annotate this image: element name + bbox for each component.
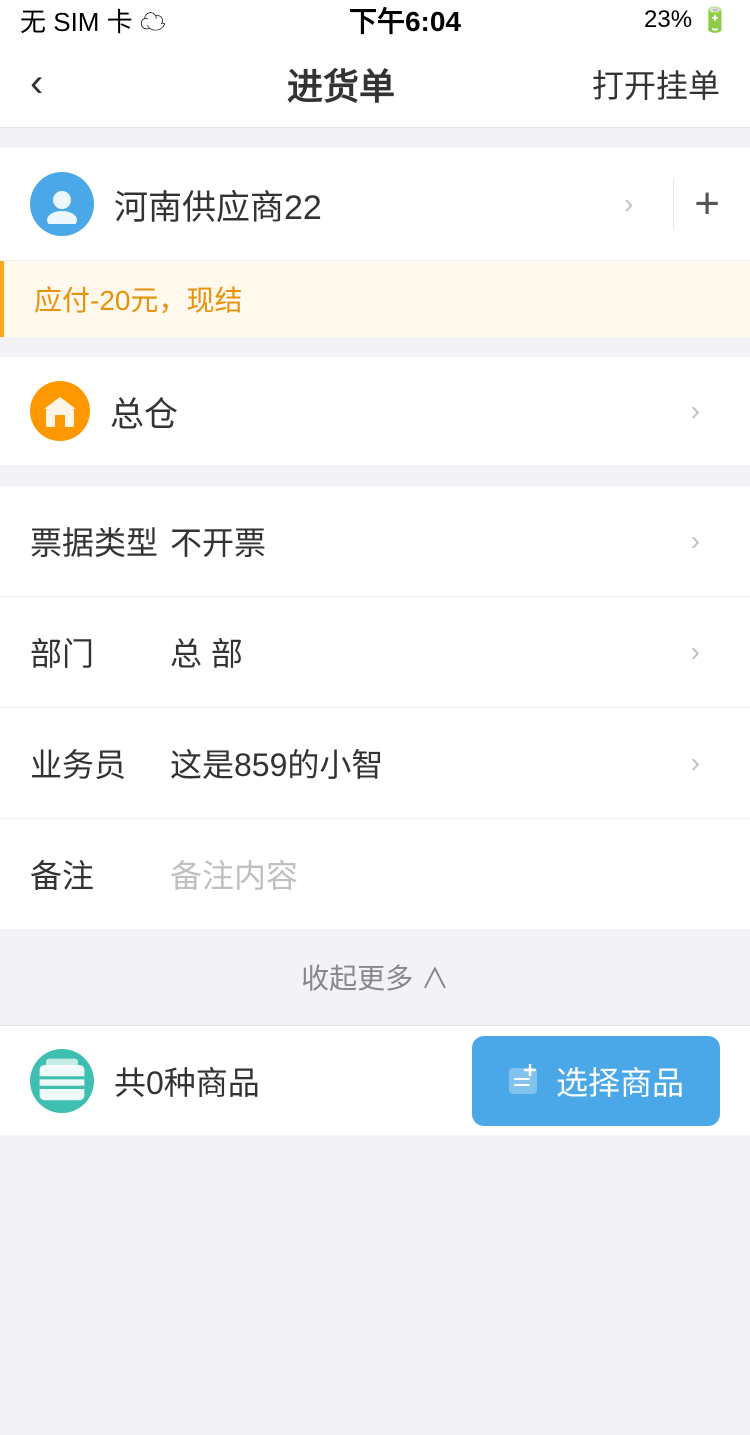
vertical-divider	[673, 179, 674, 229]
warehouse-row[interactable]: 总仓 ›	[0, 357, 750, 465]
notice-banner: 应付-20元，现结	[0, 261, 750, 337]
salesperson-label: 业务员	[30, 740, 170, 786]
product-count: 共0种商品	[114, 1058, 472, 1104]
notice-text: 应付-20元，现结	[34, 285, 242, 316]
page-bottom	[0, 1135, 750, 1435]
status-bar: 无 SIM 卡 ☁ 下午6:04 23% 🔋	[0, 0, 750, 40]
remark-label: 备注	[30, 851, 170, 897]
status-right: 23% 🔋	[644, 6, 730, 35]
supplier-name: 河南供应商22	[114, 180, 624, 229]
back-button[interactable]: ‹	[30, 61, 90, 106]
open-pending-button[interactable]: 打开挂单	[592, 61, 720, 107]
select-product-icon	[508, 1063, 544, 1099]
remark-row[interactable]: 备注 备注内容	[0, 818, 750, 929]
sim-text: 无 SIM 卡 ☁	[20, 2, 166, 39]
invoice-type-chevron: ›	[691, 525, 700, 557]
section-gap-1	[0, 128, 750, 148]
salesperson-value: 这是859的小智	[170, 740, 691, 786]
department-chevron: ›	[691, 636, 700, 668]
invoice-type-label: 票据类型	[30, 518, 170, 564]
supplier-avatar	[30, 172, 94, 236]
status-left: 无 SIM 卡 ☁	[20, 2, 166, 39]
select-product-button[interactable]: 选择商品	[472, 1036, 720, 1126]
supplier-row[interactable]: 河南供应商22 › +	[0, 148, 750, 261]
collapse-label: 收起更多 ∧	[301, 957, 449, 997]
warehouse-name: 总仓	[110, 387, 691, 436]
department-row[interactable]: 部门 总 部 ›	[0, 596, 750, 707]
warehouse-icon	[30, 381, 90, 441]
supplier-card: 河南供应商22 › + 应付-20元，现结	[0, 148, 750, 337]
section-gap-2	[0, 337, 750, 357]
supplier-chevron: ›	[624, 188, 633, 220]
salesperson-chevron: ›	[691, 747, 700, 779]
battery-text: 23%	[644, 6, 692, 34]
department-value: 总 部	[170, 629, 691, 675]
department-label: 部门	[30, 629, 170, 675]
warehouse-chevron: ›	[691, 395, 700, 427]
page-title: 进货单	[287, 58, 395, 110]
collapse-row[interactable]: 收起更多 ∧	[0, 929, 750, 1025]
status-time: 下午6:04	[349, 0, 461, 40]
bottom-bar: 共0种商品 选择商品	[0, 1025, 750, 1135]
add-supplier-button[interactable]: +	[694, 182, 720, 226]
battery-icon: 🔋	[700, 6, 730, 35]
select-product-label: 选择商品	[556, 1058, 684, 1104]
warehouse-card: 总仓 ›	[0, 357, 750, 465]
remark-input[interactable]: 备注内容	[170, 851, 720, 897]
invoice-type-value: 不开票	[170, 518, 691, 564]
salesperson-row[interactable]: 业务员 这是859的小智 ›	[0, 707, 750, 818]
invoice-type-row[interactable]: 票据类型 不开票 ›	[0, 485, 750, 596]
nav-bar: ‹ 进货单 打开挂单	[0, 40, 750, 128]
product-icon	[30, 1049, 94, 1113]
form-card: 票据类型 不开票 › 部门 总 部 › 业务员 这是859的小智 › 备注 备注…	[0, 485, 750, 929]
section-gap-3	[0, 465, 750, 485]
